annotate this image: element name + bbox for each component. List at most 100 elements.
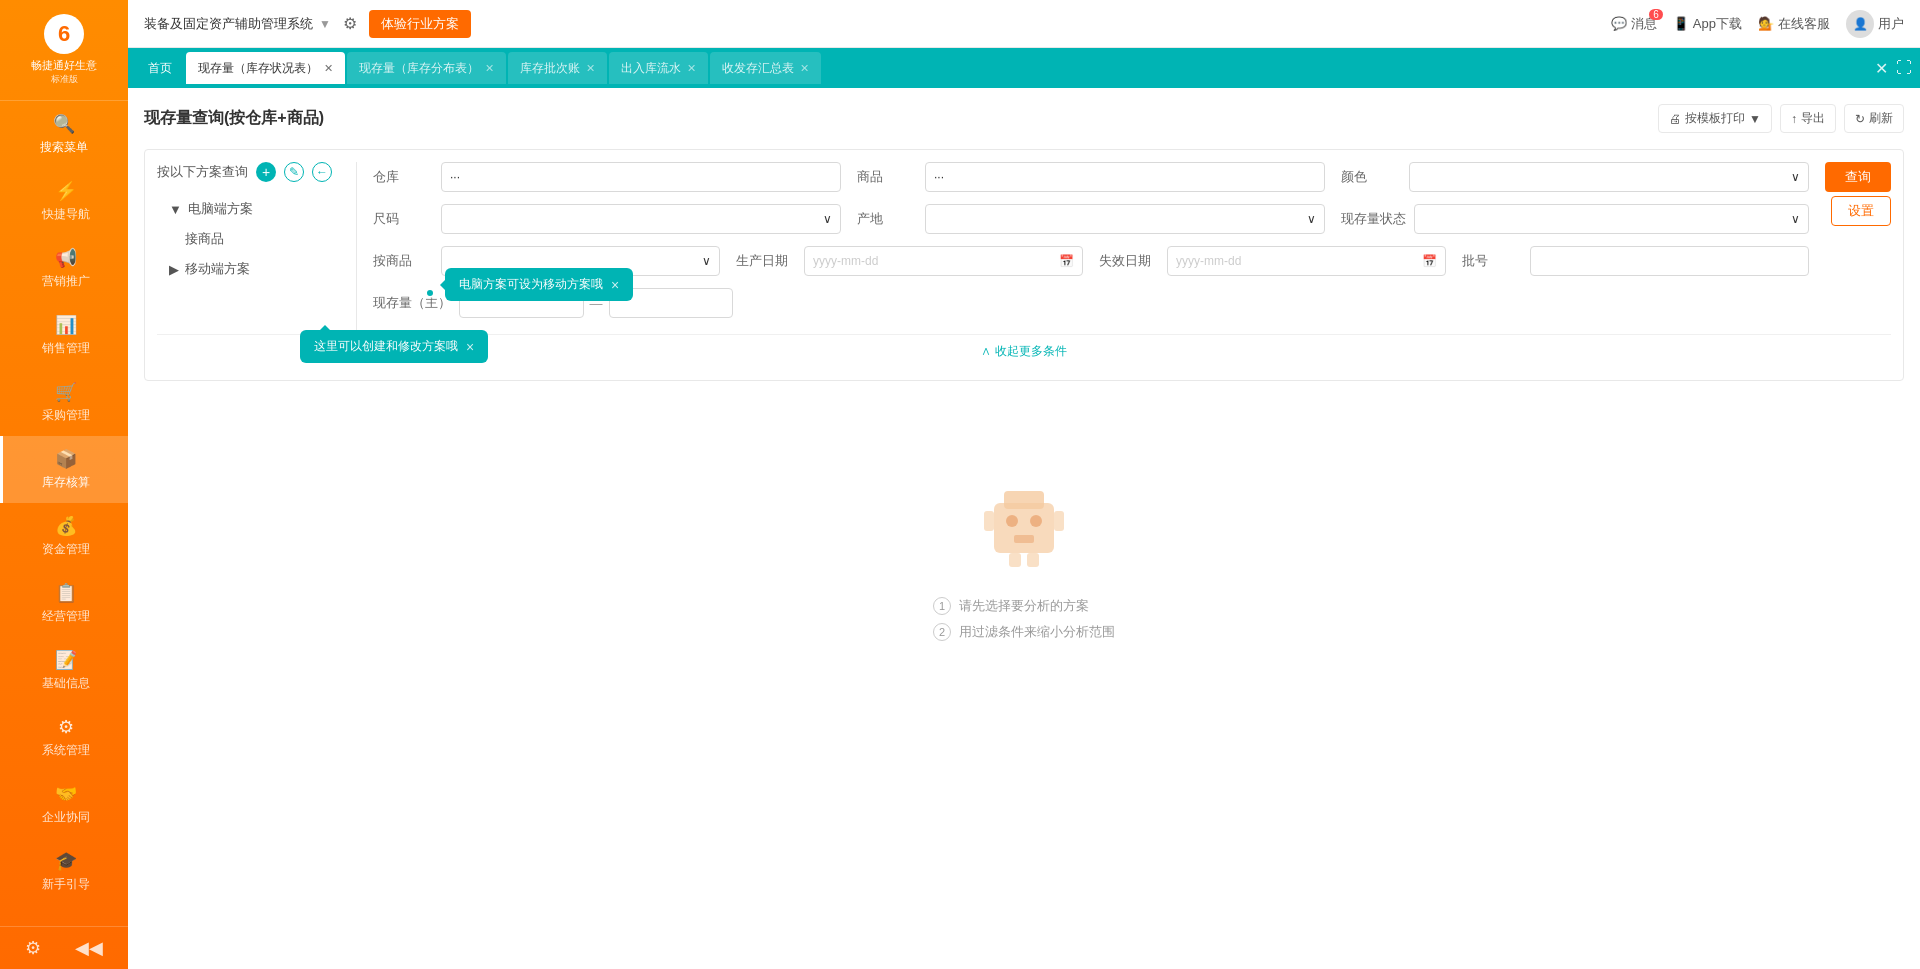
- tab-batch[interactable]: 库存批次账 ✕: [508, 52, 607, 84]
- tab-home[interactable]: 首页: [136, 52, 184, 84]
- production-date-input[interactable]: yyyy-mm-dd 📅: [804, 246, 1083, 276]
- tab-inventory-status[interactable]: 现存量（库存状况表） ✕: [186, 52, 345, 84]
- edit-scheme-button[interactable]: ✎: [284, 162, 304, 182]
- back-button[interactable]: ←: [312, 162, 332, 182]
- sales-icon: 📊: [55, 314, 77, 336]
- export-label: 导出: [1801, 110, 1825, 127]
- settings-icon[interactable]: ⚙: [25, 937, 41, 959]
- sidebar-item-operation[interactable]: 📋 经营管理: [0, 570, 128, 637]
- size-select[interactable]: ∨: [441, 204, 841, 234]
- search-panel-header: 按以下方案查询 + ✎ ←: [157, 162, 344, 182]
- service-label: 在线客服: [1778, 15, 1830, 33]
- category-arrow: ∨: [702, 254, 711, 268]
- tab-collect-close[interactable]: ✕: [800, 62, 809, 75]
- scheme-item-arrow: ▶: [169, 262, 179, 277]
- sidebar-item-marketing[interactable]: 📢 营销推广: [0, 235, 128, 302]
- app-download-group[interactable]: 📱 App下载: [1673, 15, 1742, 33]
- sidebar-search[interactable]: 🔍 搜索菜单: [0, 101, 128, 168]
- scheme-panel: 按以下方案查询 + ✎ ← ▼ 电脑端方案 接商品: [157, 162, 357, 330]
- service-group[interactable]: 💁 在线客服: [1758, 15, 1830, 33]
- goods-label: 商品: [857, 168, 917, 186]
- origin-select[interactable]: ∨: [925, 204, 1325, 234]
- scheme-item-label: 电脑端方案: [188, 200, 253, 218]
- guide-icon: 🎓: [55, 850, 77, 872]
- scheme-sub-item[interactable]: 接商品: [157, 224, 344, 254]
- scheme-sub-label: 接商品: [185, 230, 224, 248]
- filter-production-date: 生产日期 yyyy-mm-dd 📅: [736, 246, 1083, 276]
- tooltip-pc-close[interactable]: ×: [611, 277, 619, 293]
- collapse-icon[interactable]: ◀◀: [75, 937, 103, 959]
- tab-close-all-icon[interactable]: ✕: [1875, 59, 1888, 78]
- tab-batch-label: 库存批次账: [520, 60, 580, 77]
- production-date-placeholder: yyyy-mm-dd: [813, 254, 878, 268]
- print-button[interactable]: 🖨 按模板打印 ▼: [1658, 104, 1772, 133]
- sidebar-item-label: 经营管理: [42, 608, 90, 625]
- sidebar-item-basic[interactable]: 📝 基础信息: [0, 637, 128, 704]
- color-select[interactable]: ∨: [1409, 162, 1809, 192]
- sidebar-item-sales[interactable]: 📊 销售管理: [0, 302, 128, 369]
- category-label: 按商品: [373, 252, 433, 270]
- sidebar-item-label: 采购管理: [42, 407, 90, 424]
- tab-inout[interactable]: 出入库流水 ✕: [609, 52, 708, 84]
- sidebar-item-guide[interactable]: 🎓 新手引导: [0, 838, 128, 905]
- stock-status-select[interactable]: ∨: [1414, 204, 1809, 234]
- gear-icon[interactable]: ⚙: [343, 14, 357, 33]
- tab-maximize-icon[interactable]: ⛶: [1896, 59, 1912, 77]
- expiry-date-input[interactable]: yyyy-mm-dd 📅: [1167, 246, 1446, 276]
- stock-status-label: 现存量状态: [1341, 210, 1406, 228]
- sidebar-item-quick[interactable]: ⚡ 快捷导航: [0, 168, 128, 235]
- size-arrow: ∨: [823, 212, 832, 226]
- sidebar-item-inventory[interactable]: 📦 库存核算: [0, 436, 128, 503]
- export-button[interactable]: ↑ 导出: [1780, 104, 1836, 133]
- scheme-item-mobile[interactable]: ▶ 移动端方案: [157, 254, 344, 284]
- tooltip-edit-scheme: 这里可以创建和修改方案哦 ×: [300, 330, 488, 363]
- tip2-num: 2: [933, 623, 951, 641]
- add-scheme-button[interactable]: +: [256, 162, 276, 182]
- expiry-date-calendar-icon[interactable]: 📅: [1422, 254, 1437, 268]
- trial-button[interactable]: 体验行业方案: [369, 10, 471, 38]
- search-panel-label: 按以下方案查询: [157, 163, 248, 181]
- origin-label: 产地: [857, 210, 917, 228]
- stock-status-arrow: ∨: [1791, 212, 1800, 226]
- sidebar-item-finance[interactable]: 💰 资金管理: [0, 503, 128, 570]
- app-icon: 📱: [1673, 16, 1689, 31]
- user-group[interactable]: 👤 用户: [1846, 10, 1904, 38]
- svg-rect-3: [1054, 511, 1064, 531]
- tooltip-edit-close[interactable]: ×: [466, 339, 474, 355]
- sidebar-item-label: 库存核算: [42, 474, 90, 491]
- tab-inventory-status-close[interactable]: ✕: [324, 62, 333, 75]
- tab-home-label: 首页: [148, 60, 172, 77]
- sidebar-item-system[interactable]: ⚙ 系统管理: [0, 704, 128, 771]
- filter-row-2: 尺码 ∨ 产地 ∨: [373, 204, 1809, 234]
- svg-point-5: [1030, 515, 1042, 527]
- svg-rect-6: [1014, 535, 1034, 543]
- goods-select[interactable]: ···: [925, 162, 1325, 192]
- warehouse-label: 仓库: [373, 168, 433, 186]
- refresh-button[interactable]: ↻ 刷新: [1844, 104, 1904, 133]
- search-action-buttons: 查询 设置: [1825, 162, 1891, 226]
- tab-batch-close[interactable]: ✕: [586, 62, 595, 75]
- scheme-item-pc[interactable]: ▼ 电脑端方案: [157, 194, 344, 224]
- search-icon: 🔍: [53, 113, 75, 135]
- setting-button[interactable]: 设置: [1831, 196, 1891, 226]
- production-date-calendar-icon[interactable]: 📅: [1059, 254, 1074, 268]
- sidebar-item-purchase[interactable]: 🛒 采购管理: [0, 369, 128, 436]
- tab-inventory-dist[interactable]: 现存量（库存分布表） ✕: [347, 52, 506, 84]
- page-title-row: 现存量查询(按仓库+商品) 🖨 按模板打印 ▼ ↑ 导出 ↻ 刷新: [144, 104, 1904, 133]
- search-button[interactable]: 查询: [1825, 162, 1891, 192]
- system-icon: ⚙: [58, 716, 74, 738]
- batch-no-input[interactable]: [1530, 246, 1809, 276]
- export-icon: ↑: [1791, 112, 1797, 126]
- origin-arrow: ∨: [1307, 212, 1316, 226]
- system-title-dropdown[interactable]: ▼: [319, 17, 331, 31]
- tab-collect[interactable]: 收发存汇总表 ✕: [710, 52, 821, 84]
- scheme-item-arrow: ▼: [169, 202, 182, 217]
- avatar: 👤: [1846, 10, 1874, 38]
- system-title: 装备及固定资产辅助管理系统 ▼: [144, 15, 331, 33]
- sidebar-item-enterprise[interactable]: 🤝 企业协同: [0, 771, 128, 838]
- tab-inventory-dist-close[interactable]: ✕: [485, 62, 494, 75]
- warehouse-select[interactable]: ···: [441, 162, 841, 192]
- purchase-icon: 🛒: [55, 381, 77, 403]
- message-group[interactable]: 💬 消息 6: [1611, 15, 1657, 33]
- tab-inout-close[interactable]: ✕: [687, 62, 696, 75]
